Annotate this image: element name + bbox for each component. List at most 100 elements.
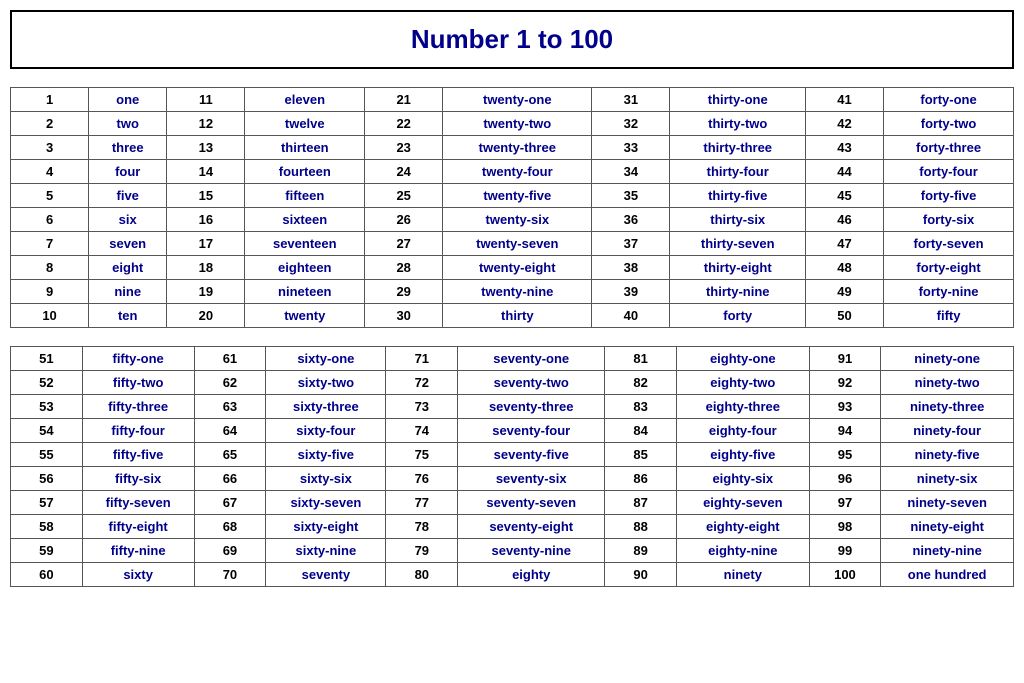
word-cell: fifty-two	[82, 371, 194, 395]
word-cell: sixty-one	[266, 347, 386, 371]
number-cell: 44	[805, 160, 883, 184]
word-cell: seventy-seven	[458, 491, 605, 515]
word-cell: twenty-five	[443, 184, 592, 208]
word-cell: twenty-seven	[443, 232, 592, 256]
word-cell: twenty-one	[443, 88, 592, 112]
number-cell: 3	[11, 136, 89, 160]
word-cell: twenty-three	[443, 136, 592, 160]
number-cell: 75	[386, 443, 458, 467]
word-cell: twenty-four	[443, 160, 592, 184]
number-cell: 72	[386, 371, 458, 395]
word-cell: ten	[89, 304, 167, 328]
word-cell: fourteen	[245, 160, 365, 184]
number-cell: 23	[365, 136, 443, 160]
word-cell: forty-one	[884, 88, 1014, 112]
word-cell: eighty-eight	[677, 515, 810, 539]
word-cell: fifteen	[245, 184, 365, 208]
number-cell: 25	[365, 184, 443, 208]
number-cell: 66	[194, 467, 266, 491]
number-cell: 89	[605, 539, 677, 563]
word-cell: eighteen	[245, 256, 365, 280]
word-cell: twenty-nine	[443, 280, 592, 304]
number-cell: 95	[809, 443, 881, 467]
number-cell: 78	[386, 515, 458, 539]
number-cell: 22	[365, 112, 443, 136]
number-cell: 39	[592, 280, 670, 304]
number-cell: 71	[386, 347, 458, 371]
word-cell: three	[89, 136, 167, 160]
word-cell: thirteen	[245, 136, 365, 160]
number-cell: 13	[167, 136, 245, 160]
word-cell: eighty-seven	[677, 491, 810, 515]
number-cell: 77	[386, 491, 458, 515]
number-cell: 79	[386, 539, 458, 563]
number-cell: 98	[809, 515, 881, 539]
number-cell: 31	[592, 88, 670, 112]
number-cell: 18	[167, 256, 245, 280]
word-cell: nineteen	[245, 280, 365, 304]
number-cell: 2	[11, 112, 89, 136]
number-cell: 57	[11, 491, 83, 515]
word-cell: two	[89, 112, 167, 136]
word-cell: sixty-three	[266, 395, 386, 419]
word-cell: seventy-three	[458, 395, 605, 419]
number-cell: 83	[605, 395, 677, 419]
word-cell: thirty-five	[670, 184, 806, 208]
word-cell: eighty-four	[677, 419, 810, 443]
number-cell: 90	[605, 563, 677, 587]
word-cell: thirty-seven	[670, 232, 806, 256]
number-cell: 59	[11, 539, 83, 563]
table1: 1one11eleven21twenty-one31thirty-one41fo…	[10, 87, 1014, 328]
word-cell: eighty-six	[677, 467, 810, 491]
number-cell: 4	[11, 160, 89, 184]
word-cell: twenty-two	[443, 112, 592, 136]
title-box: Number 1 to 100	[10, 10, 1014, 69]
word-cell: sixty-five	[266, 443, 386, 467]
word-cell: thirty-six	[670, 208, 806, 232]
number-cell: 62	[194, 371, 266, 395]
word-cell: forty-nine	[884, 280, 1014, 304]
number-cell: 45	[805, 184, 883, 208]
number-cell: 15	[167, 184, 245, 208]
number-cell: 96	[809, 467, 881, 491]
number-cell: 52	[11, 371, 83, 395]
word-cell: forty-two	[884, 112, 1014, 136]
number-cell: 86	[605, 467, 677, 491]
word-cell: six	[89, 208, 167, 232]
word-cell: forty-five	[884, 184, 1014, 208]
word-cell: twenty-eight	[443, 256, 592, 280]
word-cell: eleven	[245, 88, 365, 112]
number-cell: 97	[809, 491, 881, 515]
number-cell: 64	[194, 419, 266, 443]
word-cell: fifty-five	[82, 443, 194, 467]
number-cell: 29	[365, 280, 443, 304]
number-cell: 6	[11, 208, 89, 232]
number-cell: 34	[592, 160, 670, 184]
word-cell: eighty-one	[677, 347, 810, 371]
word-cell: seventy-eight	[458, 515, 605, 539]
word-cell: seventy-six	[458, 467, 605, 491]
word-cell: twelve	[245, 112, 365, 136]
number-cell: 85	[605, 443, 677, 467]
word-cell: twenty	[245, 304, 365, 328]
word-cell: twenty-six	[443, 208, 592, 232]
number-cell: 16	[167, 208, 245, 232]
word-cell: forty-six	[884, 208, 1014, 232]
word-cell: forty-three	[884, 136, 1014, 160]
number-cell: 26	[365, 208, 443, 232]
number-cell: 12	[167, 112, 245, 136]
number-cell: 82	[605, 371, 677, 395]
word-cell: fifty-eight	[82, 515, 194, 539]
number-cell: 42	[805, 112, 883, 136]
number-cell: 63	[194, 395, 266, 419]
number-cell: 69	[194, 539, 266, 563]
word-cell: seventy	[266, 563, 386, 587]
word-cell: ninety-seven	[881, 491, 1014, 515]
word-cell: eighty-three	[677, 395, 810, 419]
number-cell: 38	[592, 256, 670, 280]
word-cell: fifty	[884, 304, 1014, 328]
number-cell: 91	[809, 347, 881, 371]
word-cell: fifty-one	[82, 347, 194, 371]
word-cell: sixty-nine	[266, 539, 386, 563]
number-cell: 41	[805, 88, 883, 112]
